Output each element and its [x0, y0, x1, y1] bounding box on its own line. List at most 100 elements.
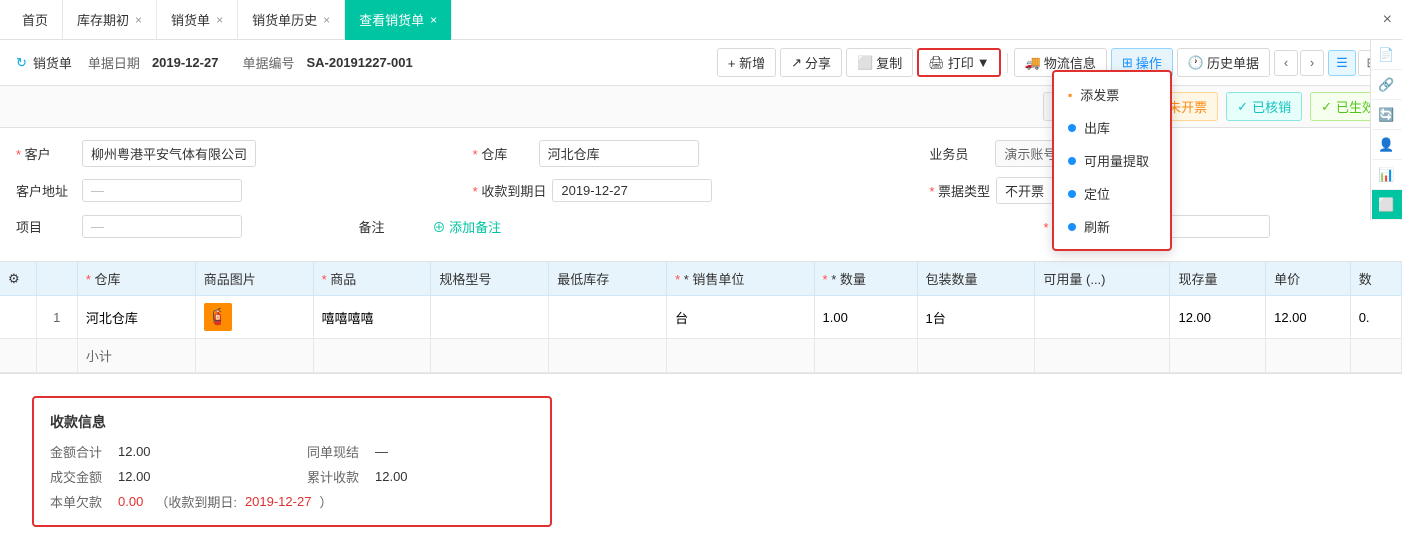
- summary-grid: 金额合计 12.00 同单现结 — 成交金额 12.00 累计收款 12.00 …: [50, 442, 534, 511]
- note-add-label: 添加备注: [449, 220, 501, 235]
- td-num: 1: [36, 296, 77, 339]
- sidebar-icon-refresh[interactable]: 🔄: [1372, 100, 1402, 130]
- new-label: + 新增: [728, 53, 765, 72]
- print-dropdown-arrow: ▼: [977, 55, 990, 70]
- th-num: [36, 262, 77, 296]
- next-arrow[interactable]: ›: [1300, 50, 1324, 76]
- subtotal-price: [1266, 339, 1351, 373]
- th-settings: ⚙: [0, 262, 36, 296]
- invoice-label: 票据类型: [929, 181, 990, 200]
- tab-check-sales-label: 查看销货单: [359, 10, 424, 29]
- sidebar-icon-chart[interactable]: 📊: [1372, 160, 1402, 190]
- address-label: 客户地址: [16, 181, 76, 200]
- project-value[interactable]: —: [82, 215, 242, 238]
- td-product-img: 🧯: [195, 296, 313, 339]
- doc-title-section: ↻ 销货单: [16, 53, 72, 72]
- invoice-icon: ▪: [1068, 88, 1072, 102]
- th-price: 单价: [1266, 262, 1351, 296]
- dropdown-item-invoice[interactable]: ▪ 添发票: [1054, 78, 1170, 111]
- address-value[interactable]: —: [82, 179, 242, 202]
- tab-inventory-init[interactable]: 库存期初 ×: [63, 0, 157, 40]
- sidebar-icon-user[interactable]: 👤: [1372, 130, 1402, 160]
- tab-bar-close-btn[interactable]: ×: [1383, 11, 1392, 29]
- subtotal-min: [549, 339, 667, 373]
- th-product-img: 商品图片: [195, 262, 313, 296]
- refresh-dot: [1068, 223, 1076, 231]
- summary-row-owed: 本单欠款 0.00 （收款到期日: 2019-12-27 ）: [50, 492, 534, 511]
- copy-button[interactable]: ⬜ 复制: [846, 48, 913, 77]
- th-pkg-qty: 包装数量: [917, 262, 1035, 296]
- dropdown-item-locate[interactable]: 定位: [1054, 177, 1170, 210]
- subtotal-label: 小计: [77, 339, 195, 373]
- tab-check-sales[interactable]: 查看销货单 ×: [345, 0, 452, 40]
- print-button[interactable]: 🖨 打印 ▼: [917, 48, 1000, 77]
- total-value: 12.00: [118, 444, 151, 459]
- summary-row-received: 累计收款 12.00: [307, 467, 534, 486]
- right-sidebar: 📄 🔗 🔄 👤 📊 ⬜: [1370, 40, 1402, 220]
- print-icon: 🖨: [928, 55, 945, 71]
- sidebar-icon-link[interactable]: 🔗: [1372, 70, 1402, 100]
- prev-arrow[interactable]: ‹: [1274, 50, 1298, 76]
- quantity-label: 可用量提取: [1084, 151, 1149, 170]
- form-row-1: 客户 柳州粤港平安气体有限公司 仓库 河北仓库 业务员 演示账号: [16, 140, 1386, 167]
- received-label: 累计收款: [307, 467, 367, 486]
- owed-extra: （收款到期日:: [155, 492, 237, 511]
- share-icon: ↗: [791, 55, 802, 71]
- tab-sales-order[interactable]: 销货单 ×: [157, 0, 238, 40]
- tab-inventory-init-label: 库存期初: [77, 10, 129, 29]
- form-row-2: 客户地址 — 收款到期日 2019-12-27 票据类型 不开票: [16, 177, 1386, 204]
- dropdown-item-quantity[interactable]: 可用量提取: [1054, 144, 1170, 177]
- dropdown-item-outbound[interactable]: 出库: [1054, 111, 1170, 144]
- list-view-btn[interactable]: ☰: [1328, 50, 1356, 76]
- doc-title: 销货单: [33, 53, 72, 72]
- refresh-label: 刷新: [1084, 217, 1110, 236]
- settings-icon[interactable]: ⚙: [8, 271, 20, 286]
- effective-icon: ✓: [1321, 99, 1332, 115]
- deal-value: 12.00: [118, 469, 151, 484]
- owed-date: 2019-12-27: [245, 494, 312, 509]
- warehouse-value[interactable]: 河北仓库: [539, 140, 699, 167]
- doc-header: ↻ 销货单 单据日期 2019-12-27 单据编号 SA-20191227-0…: [0, 40, 1402, 86]
- approved-btn[interactable]: ✓ 已核销: [1226, 92, 1302, 121]
- due-date-label: 收款到期日: [473, 181, 547, 200]
- subtotal-unit: [667, 339, 814, 373]
- nav-arrows: ‹ ›: [1274, 50, 1324, 76]
- customer-value[interactable]: 柳州粤港平安气体有限公司: [82, 140, 256, 167]
- share-label: 分享: [805, 53, 831, 72]
- td-available: [1035, 296, 1170, 339]
- tab-check-sales-close[interactable]: ×: [430, 13, 437, 27]
- due-date-value[interactable]: 2019-12-27: [552, 179, 712, 202]
- tab-sales-order-label: 销货单: [171, 10, 210, 29]
- project-field: 项目 —: [16, 215, 359, 238]
- new-button[interactable]: + 新增: [717, 48, 776, 77]
- form-row-3: 项目 — 备注 ⊕ 添加备注 业务员孟 —: [16, 214, 1386, 239]
- share-button[interactable]: ↗ 分享: [780, 48, 842, 77]
- doc-header-left: ↻ 销货单 单据日期 2019-12-27 单据编号 SA-20191227-0…: [16, 53, 413, 72]
- note-add-btn[interactable]: ⊕ 添加备注: [425, 214, 585, 239]
- sidebar-icon-doc[interactable]: 📄: [1372, 40, 1402, 70]
- history-button[interactable]: 🕐 历史单据: [1177, 48, 1270, 77]
- td-qty: 1.00: [814, 296, 917, 339]
- tab-inventory-init-close[interactable]: ×: [135, 13, 142, 27]
- summary-section: 收款信息 金额合计 12.00 同单现结 — 成交金额 12.00 累计收款 1…: [0, 374, 1402, 549]
- tab-sales-order-close[interactable]: ×: [216, 13, 223, 27]
- tab-sales-history[interactable]: 销货单历史 ×: [238, 0, 345, 40]
- tab-sales-history-close[interactable]: ×: [323, 13, 330, 27]
- customer-field: 客户 柳州粤港平安气体有限公司: [16, 140, 473, 167]
- table-header-row: ⚙ 仓库 商品图片 商品 规格型号 最低库存 * 销售单位 * 数量 包装数量 …: [0, 262, 1402, 296]
- toolbar2: 📱 来自手机 ● 未开票 ✓ 已核销 ✓ 已生效: [0, 86, 1402, 128]
- operations-icon: ⊞: [1122, 55, 1133, 71]
- sidebar-icon-expand[interactable]: ⬜: [1372, 190, 1402, 220]
- dropdown-item-refresh[interactable]: 刷新: [1054, 210, 1170, 243]
- th-warehouse: 仓库: [77, 262, 195, 296]
- tab-home[interactable]: 首页: [8, 0, 63, 40]
- td-price: 12.00: [1266, 296, 1351, 339]
- total-label: 金额合计: [50, 442, 110, 461]
- warehouse-field: 仓库 河北仓库: [473, 140, 930, 167]
- warehouse-label: 仓库: [473, 144, 533, 163]
- history-label: 历史单据: [1207, 53, 1259, 72]
- subtotal-settings: [0, 339, 36, 373]
- settle-value: —: [375, 444, 388, 459]
- doc-date-label: 单据日期: [88, 53, 140, 72]
- history-icon: 🕐: [1188, 55, 1204, 71]
